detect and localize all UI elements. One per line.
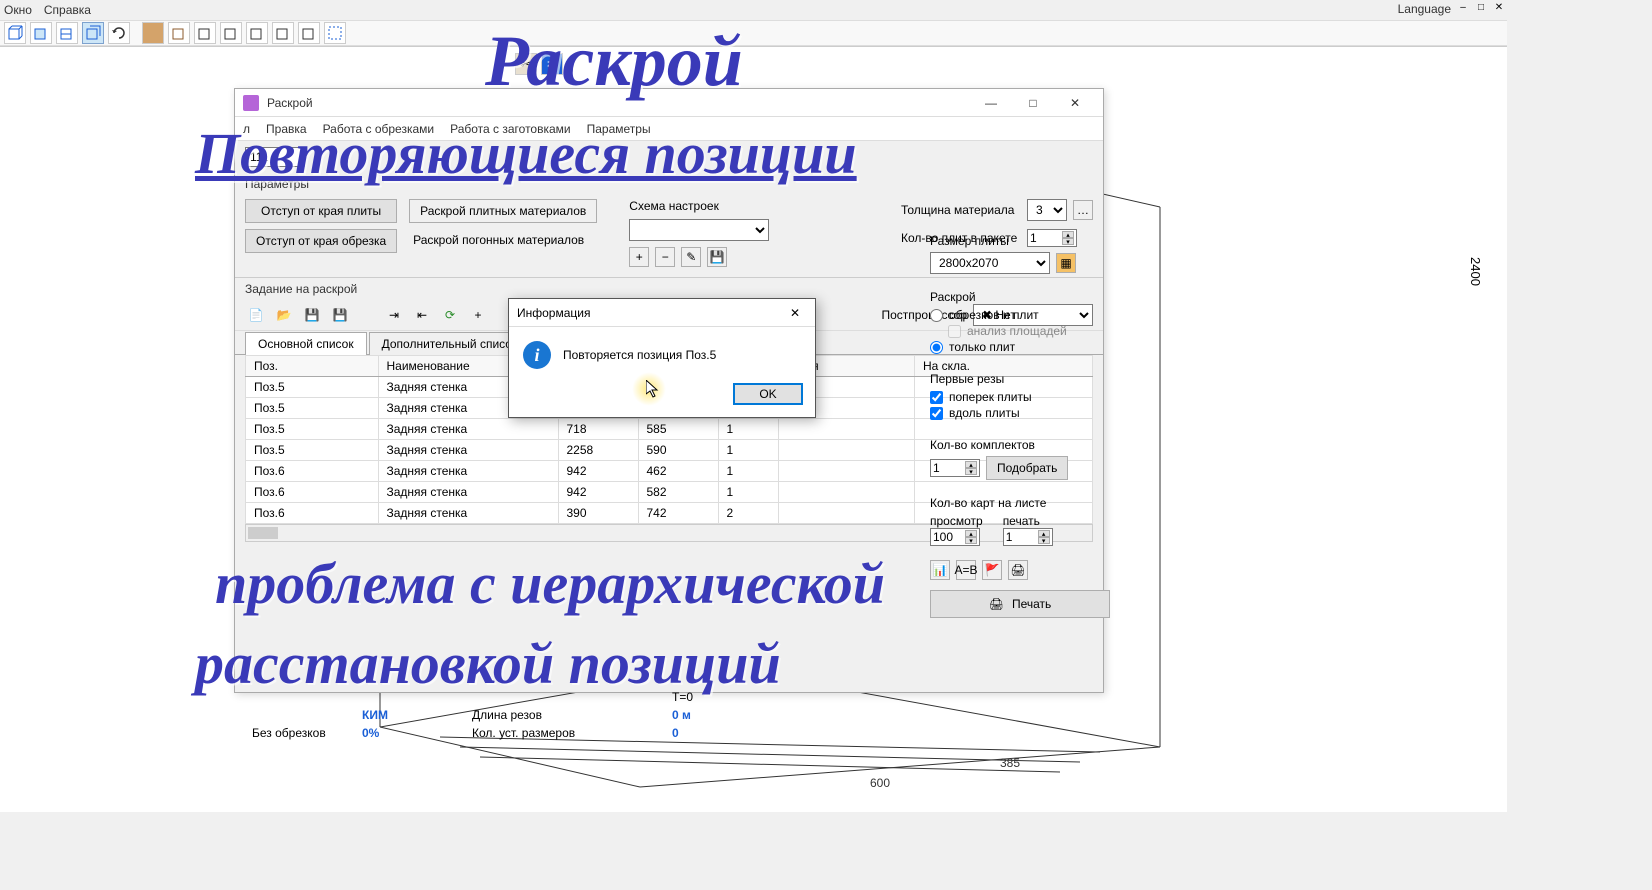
dialog-close-icon[interactable]: ✕ (783, 306, 807, 320)
add-schema-icon[interactable]: + (629, 247, 649, 267)
win-maximize-icon[interactable]: □ (1013, 91, 1053, 115)
window-titlebar[interactable]: Раскрой — □ ✕ (235, 89, 1103, 117)
radio-only-plate[interactable] (930, 341, 943, 354)
sets-label: Кол-во комплектов (930, 438, 1110, 452)
wireframe-box-5-icon[interactable] (272, 22, 294, 44)
edge-scrap-button[interactable]: Отступ от края обрезка (245, 229, 397, 253)
bottom-info-panel: T=0 КИМ Длина резов0 м Без обрезков 0% К… (244, 682, 944, 802)
win-close-icon[interactable]: ✕ (1055, 91, 1095, 115)
cut-linear-label[interactable]: Раскрой погонных материалов (409, 229, 597, 251)
app-menu: л Правка Работа с обрезками Работа с заг… (235, 117, 1103, 141)
wireframe-box-3-icon[interactable] (220, 22, 242, 44)
saveas-icon[interactable]: 💾 (329, 304, 351, 326)
dialog-message: Повторяется позиция Поз.5 (563, 348, 716, 362)
pick-button[interactable]: Подобрать (986, 456, 1068, 480)
col-pos[interactable]: Поз. (246, 356, 379, 377)
swap-icon[interactable]: ⇄ (541, 53, 563, 75)
window-title: Раскрой (267, 96, 971, 110)
remove-schema-icon[interactable]: − (655, 247, 675, 267)
import-icon[interactable]: ⇥ (383, 304, 405, 326)
print-label: печать (1003, 514, 1053, 528)
menu-help[interactable]: Справка (44, 3, 91, 17)
cut-plate-button[interactable]: Раскрой плитных материалов (409, 199, 597, 223)
edit-schema-icon[interactable]: ✎ (681, 247, 701, 267)
schema-select[interactable] (629, 219, 769, 241)
platesize-edit-icon[interactable]: ▦ (1056, 253, 1076, 273)
export-icon[interactable]: ⇤ (411, 304, 433, 326)
main-toolbar (0, 20, 1507, 46)
app-icon (243, 95, 259, 111)
kim-label: КИМ (362, 708, 452, 722)
print-side-panel: 📊 A=B 🚩 🖨 🖨 Печать (930, 560, 1110, 618)
sets-spinner[interactable]: ▴▾ (930, 459, 980, 477)
win-minimize-icon[interactable]: — (971, 91, 1011, 115)
view-spinner[interactable]: ▴▾ (930, 528, 980, 546)
dimension-vertical: 2400 (1468, 257, 1483, 286)
save-icon[interactable]: 💾 (301, 304, 323, 326)
firstcuts-label: Первые резы (930, 372, 1110, 386)
floating-toolbar: ✂ ⇄ (515, 53, 563, 75)
cube-tool-1-icon[interactable] (4, 22, 26, 44)
platesize-select[interactable]: 2800x2070 (930, 252, 1050, 274)
tab-extra-list[interactable]: Дополнительный список (369, 332, 531, 355)
tab-main-list[interactable]: Основной список (245, 332, 367, 355)
chart-icon[interactable]: 📊 (930, 560, 950, 580)
dialog-ok-button[interactable]: OK (733, 383, 803, 405)
params-label: Параметры (245, 177, 1103, 191)
add-icon[interactable]: + (467, 304, 489, 326)
wireframe-box-2-icon[interactable] (194, 22, 216, 44)
print-button[interactable]: 🖨 Печать (930, 590, 1110, 618)
scissors-icon[interactable]: ✂ (515, 53, 537, 75)
minimize-icon[interactable]: – (1457, 2, 1469, 14)
main-menubar: Окно Справка (0, 0, 1507, 20)
svg-text:385: 385 (1000, 756, 1020, 770)
chk-along[interactable] (930, 407, 943, 420)
print-spinner[interactable]: ▴▾ (1003, 528, 1053, 546)
cube-tool-3-icon[interactable] (56, 22, 78, 44)
menu-params[interactable]: Параметры (587, 122, 651, 136)
wireframe-box-6-icon[interactable] (298, 22, 320, 44)
menu-edit[interactable]: Правка (266, 122, 307, 136)
info-dialog: Информация ✕ i Повторяется позиция Поз.5… (508, 298, 816, 418)
cards-label: Кол-во карт на листе (930, 496, 1110, 510)
app-window-controls: – □ ✕ (1457, 2, 1505, 14)
language-menu[interactable]: Language (1398, 2, 1451, 16)
flag-icon[interactable]: 🚩 (982, 560, 1002, 580)
maximize-icon[interactable]: □ (1475, 2, 1487, 14)
order-input[interactable] (245, 147, 305, 167)
thickness-select[interactable]: 3 (1027, 199, 1067, 221)
menu-window[interactable]: Окно (4, 3, 32, 17)
dialog-title: Информация (517, 306, 783, 320)
select-frame-icon[interactable] (324, 22, 346, 44)
wireframe-box-1-icon[interactable] (168, 22, 190, 44)
schema-label: Схема настроек (629, 199, 769, 213)
label-icon[interactable]: A=B (956, 560, 976, 580)
thickness-label: Толщина материала (901, 203, 1021, 217)
refresh-icon[interactable]: ⟳ (439, 304, 461, 326)
texture-1-icon[interactable] (142, 22, 164, 44)
cut-mode-label: Раскрой (930, 290, 1110, 304)
menu-blanks[interactable]: Работа с заготовками (450, 122, 571, 136)
chk-across[interactable] (930, 391, 943, 404)
new-icon[interactable]: 📄 (245, 304, 267, 326)
wireframe-box-4-icon[interactable] (246, 22, 268, 44)
printer-icon[interactable]: 🖨 (1008, 560, 1028, 580)
open-icon[interactable]: 📂 (273, 304, 295, 326)
menu-scraps[interactable]: Работа с обрезками (323, 122, 435, 136)
save-schema-icon[interactable]: 💾 (707, 247, 727, 267)
edge-plate-button[interactable]: Отступ от края плиты (245, 199, 397, 223)
chk-area (948, 325, 961, 338)
thickness-more-icon[interactable]: … (1073, 200, 1093, 220)
view-label: просмотр (930, 514, 983, 528)
info-icon: i (523, 341, 551, 369)
noscrap-label: Без обрезков (252, 726, 342, 740)
menu-file[interactable]: л (243, 122, 250, 136)
cube-tool-2-icon[interactable] (30, 22, 52, 44)
platesize-label: Размер плиты (930, 234, 1110, 248)
undo-icon[interactable] (108, 22, 130, 44)
cube-tool-4-icon[interactable] (82, 22, 104, 44)
right-side-panel: Размер плиты 2800x2070 ▦ Раскрой обрезко… (930, 230, 1110, 550)
radio-scrap-plate[interactable] (930, 309, 943, 322)
close-icon[interactable]: ✕ (1493, 2, 1505, 14)
